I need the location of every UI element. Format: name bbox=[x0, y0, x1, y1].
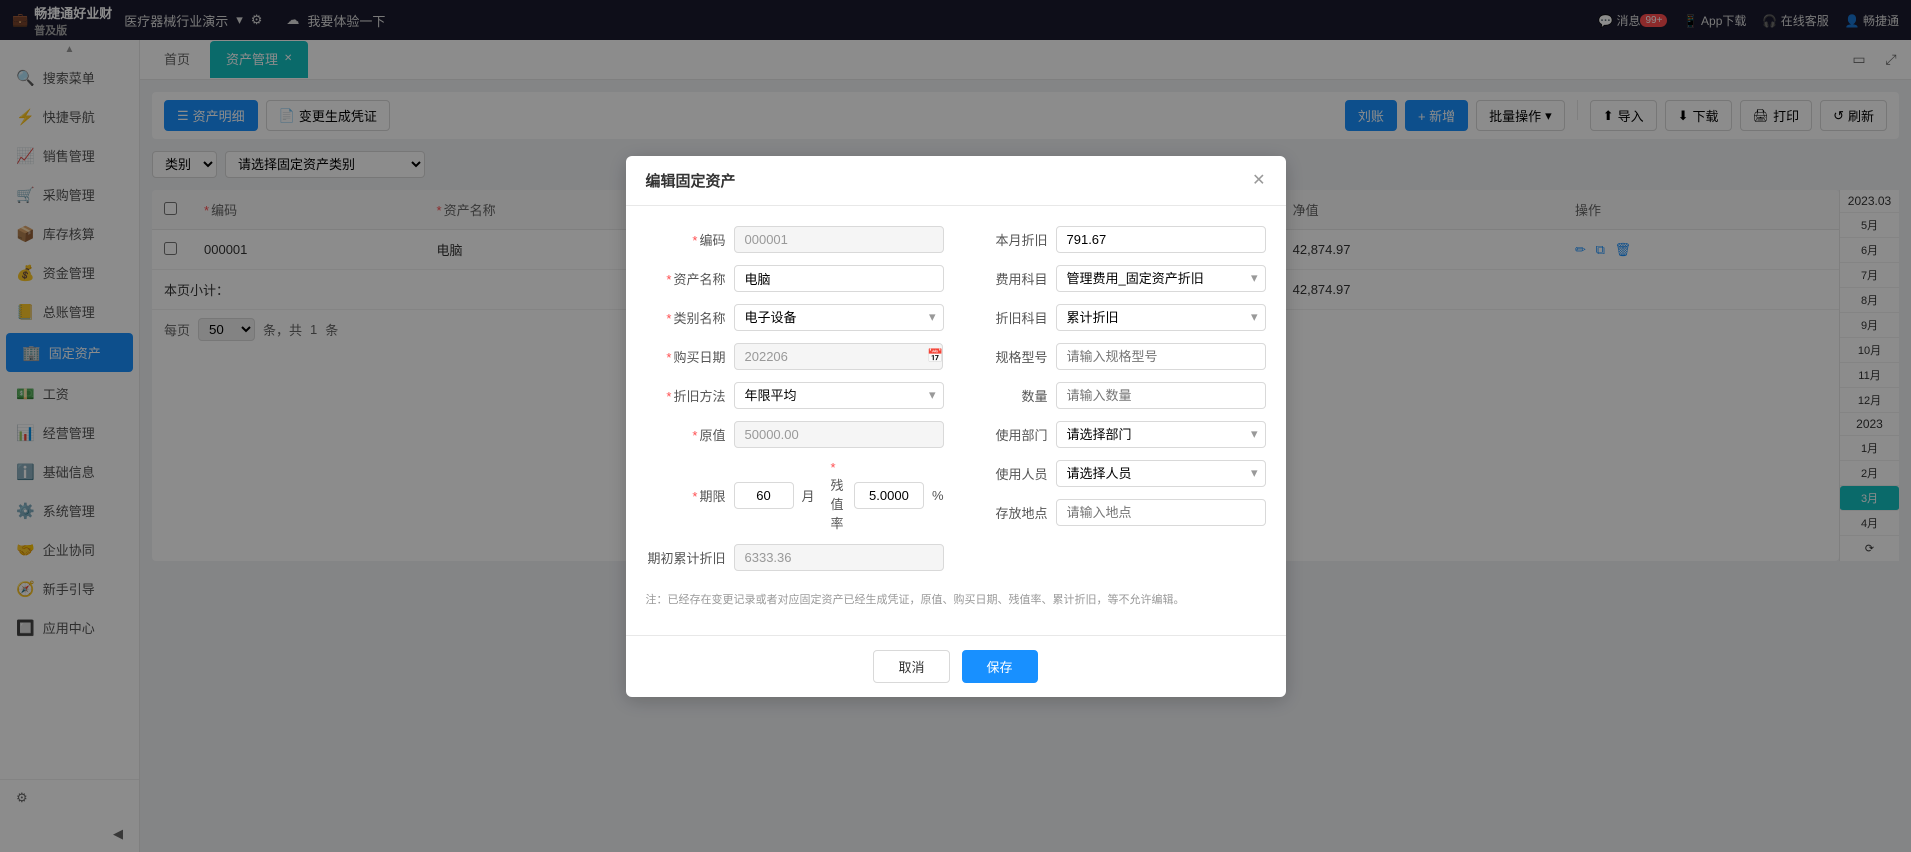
department-label: 使用部门 bbox=[968, 425, 1048, 444]
modal-close-btn[interactable]: ✕ bbox=[1252, 170, 1265, 190]
modal-title: 编辑固定资产 bbox=[646, 170, 736, 191]
dep-method-select-wrap: 年限平均 bbox=[734, 382, 944, 409]
name-label: *资产名称 bbox=[646, 269, 726, 288]
form-row-location: 存放地点 bbox=[968, 499, 1266, 526]
form-row-original-value: *原值 bbox=[646, 421, 944, 448]
period-label: *期限 bbox=[646, 486, 726, 505]
expense-account-select[interactable]: 管理费用_固定资产折旧 bbox=[1056, 265, 1266, 292]
expense-account-select-wrap: 管理费用_固定资产折旧 bbox=[1056, 265, 1266, 292]
monthly-dep-input[interactable] bbox=[1056, 226, 1266, 253]
purchase-date-input[interactable] bbox=[734, 343, 944, 370]
quantity-label: 数量 bbox=[968, 386, 1048, 405]
initial-dep-input[interactable] bbox=[734, 544, 944, 571]
user-select-wrap: 请选择人员 bbox=[1056, 460, 1266, 487]
form-row-depreciation-method: *折旧方法 年限平均 bbox=[646, 382, 944, 409]
dep-method-label: *折旧方法 bbox=[646, 386, 726, 405]
form-row-category: *类别名称 电子设备 bbox=[646, 304, 944, 331]
dep-method-select[interactable]: 年限平均 bbox=[734, 382, 944, 409]
save-button[interactable]: 保存 bbox=[962, 650, 1038, 683]
initial-dep-label: 期初累计折旧 bbox=[646, 548, 726, 567]
department-select-wrap: 请选择部门 bbox=[1056, 421, 1266, 448]
form-row-purchase-date: *购买日期 📅 bbox=[646, 343, 944, 370]
location-label: 存放地点 bbox=[968, 503, 1048, 522]
cancel-button[interactable]: 取消 bbox=[873, 650, 949, 683]
form-row-spec-model: 规格型号 bbox=[968, 343, 1266, 370]
form-row-quantity: 数量 bbox=[968, 382, 1266, 409]
modal-overlay: 编辑固定资产 ✕ *编码 *资产名称 bbox=[0, 0, 1911, 852]
form-row-name: *资产名称 bbox=[646, 265, 944, 292]
calendar-icon[interactable]: 📅 bbox=[927, 348, 943, 364]
expense-account-label: 费用科目 bbox=[968, 269, 1048, 288]
modal-footer: 取消 保存 bbox=[626, 635, 1286, 697]
form-row-expense-account: 费用科目 管理费用_固定资产折旧 bbox=[968, 265, 1266, 292]
user-select[interactable]: 请选择人员 bbox=[1056, 460, 1266, 487]
residual-rate-unit: % bbox=[932, 488, 944, 503]
modal-header: 编辑固定资产 ✕ bbox=[626, 156, 1286, 206]
form-row-initial-dep: 期初累计折旧 bbox=[646, 544, 944, 571]
dep-account-label: 折旧科目 bbox=[968, 308, 1048, 327]
form-row-dep-account: 折旧科目 累计折旧 bbox=[968, 304, 1266, 331]
form-row-monthly-dep: 本月折旧 bbox=[968, 226, 1266, 253]
quantity-input[interactable] bbox=[1056, 382, 1266, 409]
residual-rate-label: *残值率 bbox=[831, 460, 846, 532]
form-note: 注：已经存在变更记录或者对应固定资产已经生成凭证，原值、购买日期、残值率、累计折… bbox=[646, 583, 1266, 615]
original-value-label: *原值 bbox=[646, 425, 726, 444]
form-right-col: 本月折旧 费用科目 管理费用_固定资产折旧 折旧科 bbox=[968, 226, 1266, 583]
form-row-user: 使用人员 请选择人员 bbox=[968, 460, 1266, 487]
original-value-input[interactable] bbox=[734, 421, 944, 448]
form-left-col: *编码 *资产名称 *类别名称 电子设备 bbox=[646, 226, 944, 583]
category-select[interactable]: 电子设备 bbox=[734, 304, 944, 331]
residual-rate-input[interactable] bbox=[854, 482, 924, 509]
purchase-date-label: *购买日期 bbox=[646, 347, 726, 366]
edit-asset-modal: 编辑固定资产 ✕ *编码 *资产名称 bbox=[626, 156, 1286, 697]
code-input[interactable] bbox=[734, 226, 944, 253]
location-input[interactable] bbox=[1056, 499, 1266, 526]
category-label: *类别名称 bbox=[646, 308, 726, 327]
dep-account-select-wrap: 累计折旧 bbox=[1056, 304, 1266, 331]
form-row-code: *编码 bbox=[646, 226, 944, 253]
form-row-period: *期限 月 *残值率 % bbox=[646, 460, 944, 532]
period-input[interactable] bbox=[734, 482, 794, 509]
period-unit: 月 bbox=[802, 486, 815, 505]
user-label: 使用人员 bbox=[968, 464, 1048, 483]
spec-model-label: 规格型号 bbox=[968, 347, 1048, 366]
category-select-wrap: 电子设备 bbox=[734, 304, 944, 331]
department-select[interactable]: 请选择部门 bbox=[1056, 421, 1266, 448]
spec-model-input[interactable] bbox=[1056, 343, 1266, 370]
modal-body: *编码 *资产名称 *类别名称 电子设备 bbox=[626, 206, 1286, 635]
name-input[interactable] bbox=[734, 265, 944, 292]
form-grid: *编码 *资产名称 *类别名称 电子设备 bbox=[646, 226, 1266, 583]
dep-account-select[interactable]: 累计折旧 bbox=[1056, 304, 1266, 331]
code-label: *编码 bbox=[646, 230, 726, 249]
form-row-department: 使用部门 请选择部门 bbox=[968, 421, 1266, 448]
monthly-dep-label: 本月折旧 bbox=[968, 230, 1048, 249]
